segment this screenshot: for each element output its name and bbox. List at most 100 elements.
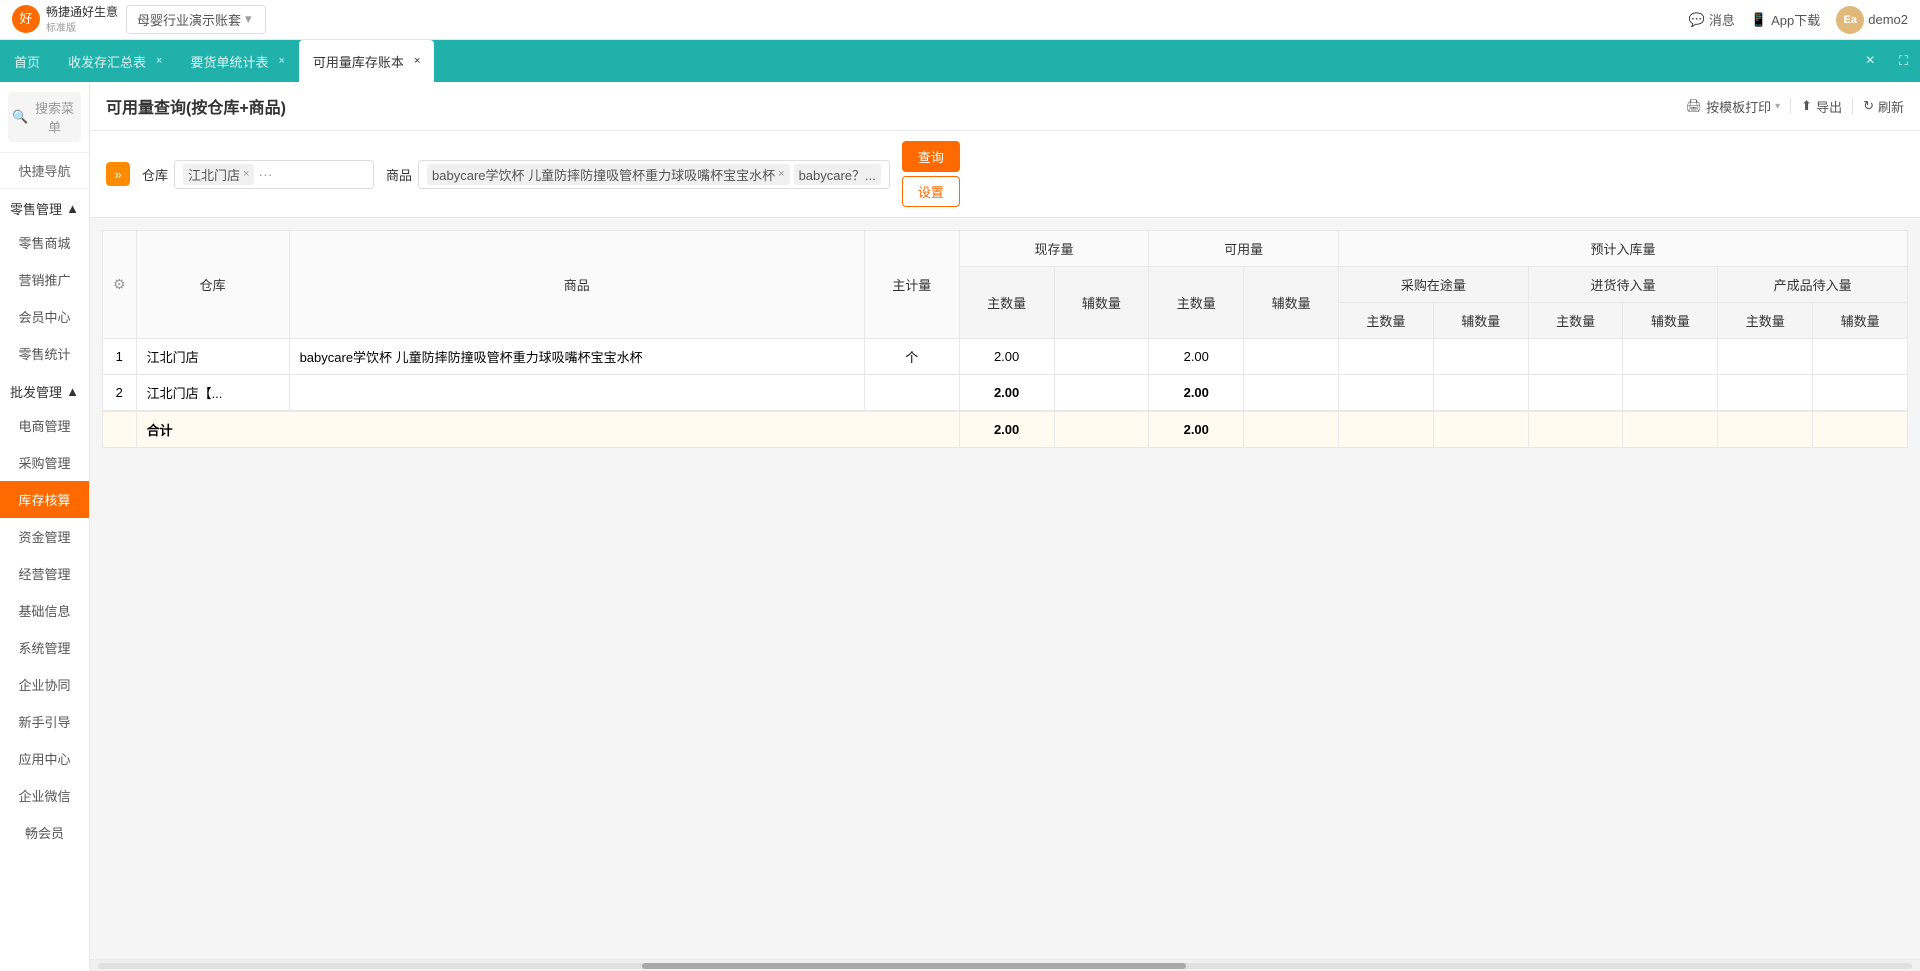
close-all-tabs-button[interactable]: ×: [1854, 52, 1887, 70]
th-production-aux: 辅数量: [1813, 303, 1908, 339]
tab-order-summary-close-icon[interactable]: ×: [278, 55, 284, 67]
user-area[interactable]: Ea demo2: [1836, 6, 1908, 34]
sidebar-group-wholesale: 批发管理 ▲ 电商管理 采购管理: [0, 372, 89, 481]
svg-text:好: 好: [19, 11, 32, 26]
sidebar-item-inventory[interactable]: 库存核算: [0, 481, 89, 518]
wechat-label: 企业微信: [18, 789, 70, 804]
scroll-thumb[interactable]: [642, 963, 1186, 969]
operations-label: 经营管理: [18, 567, 70, 582]
sidebar-item-ecommerce[interactable]: 电商管理: [0, 407, 89, 444]
row1-arrival-aux: [1623, 339, 1718, 375]
tab-receipts-close-icon[interactable]: ×: [156, 55, 162, 67]
app-download-label: App下载: [1771, 10, 1820, 29]
app-download-button[interactable]: 📱 App下载: [1751, 10, 1820, 29]
page-header: 可用量查询(按仓库+商品) 🖨 按模板打印 ▾ ⬆ 导出 ↻ 刷新: [90, 82, 1920, 131]
tab-available-stock-close-icon[interactable]: ×: [414, 55, 420, 67]
column-settings-icon[interactable]: ⚙: [113, 276, 126, 292]
message-button[interactable]: 💬 消息: [1689, 10, 1735, 29]
sidebar-item-app-center[interactable]: 应用中心: [0, 740, 89, 777]
quick-nav-label: 快捷导航: [18, 164, 70, 179]
warehouse-tag-value: 江北门店: [188, 165, 240, 184]
settings-button[interactable]: 设置: [902, 176, 960, 207]
system-label: 系统管理: [18, 641, 70, 656]
th-arrival-pending: 进货待入量: [1528, 267, 1718, 303]
row1-current-aux: [1054, 339, 1149, 375]
product-input[interactable]: babycare学饮杯 儿童防摔防撞吸管杯重力球吸嘴杯宝宝水杯 × babyca…: [418, 160, 890, 189]
warehouse-tag-remove[interactable]: ×: [243, 168, 249, 180]
filter-expand-button[interactable]: »: [106, 162, 130, 186]
chevron-down-icon: ▾: [245, 11, 252, 27]
print-button[interactable]: 🖨 按模板打印 ▾: [1686, 97, 1781, 116]
purchase-label: 采购管理: [18, 456, 70, 471]
logo-title: 畅捷通好生意: [46, 5, 118, 19]
sidebar-group-retail-header[interactable]: 零售管理 ▲: [0, 189, 89, 224]
footer-empty1: [103, 411, 137, 448]
th-purchase-main: 主数量: [1339, 303, 1434, 339]
tab-receipts[interactable]: 收发存汇总表 ×: [54, 40, 176, 82]
fullscreen-button[interactable]: ⛶: [1887, 53, 1920, 69]
tab-order-summary[interactable]: 要货单统计表 ×: [176, 40, 298, 82]
tab-available-stock[interactable]: 可用量库存账本 ×: [299, 40, 434, 82]
product-tag-1-value: babycare学饮杯 儿童防摔防撞吸管杯重力球吸嘴杯宝宝水杯: [432, 165, 775, 184]
row1-arrival-main: [1528, 339, 1623, 375]
basic-label: 基础信息: [18, 604, 70, 619]
product-tag-2: babycare？...: [794, 164, 881, 185]
sidebar-item-basic[interactable]: 基础信息: [0, 592, 89, 629]
query-button[interactable]: 查询: [902, 141, 960, 172]
th-available-aux: 辅数量: [1244, 267, 1339, 339]
row2-production-aux: [1813, 375, 1908, 412]
refresh-button[interactable]: ↻ 刷新: [1863, 97, 1904, 116]
row1-product: babycare学饮杯 儿童防摔防撞吸管杯重力球吸嘴杯宝宝水杯: [289, 339, 864, 375]
refresh-icon: ↻: [1863, 98, 1874, 114]
sidebar: 🔍 搜索菜单 快捷导航 零售管理 ▲ 零售商城 营销推广 会员中心 零售统计: [0, 82, 90, 971]
main-layout: 🔍 搜索菜单 快捷导航 零售管理 ▲ 零售商城 营销推广 会员中心 零售统计: [0, 82, 1920, 971]
warehouse-input[interactable]: 江北门店 × ···: [174, 160, 374, 189]
row1-unit: 个: [864, 339, 959, 375]
sidebar-item-marketing[interactable]: 营销推广: [0, 261, 89, 298]
search-menu-button[interactable]: 🔍 搜索菜单: [8, 92, 81, 142]
sidebar-group-retail: 零售管理 ▲ 零售商城 营销推广 会员中心 零售统计: [0, 189, 89, 372]
sidebar-item-wechat[interactable]: 企业微信: [0, 777, 89, 814]
export-button[interactable]: ⬆ 导出: [1801, 97, 1842, 116]
row2-purchase-main: [1339, 375, 1434, 412]
sidebar-group-wholesale-header[interactable]: 批发管理 ▲: [0, 372, 89, 407]
sidebar-item-quick-nav[interactable]: 快捷导航: [0, 153, 89, 189]
tab-home-label: 首页: [14, 52, 40, 71]
row1-production-main: [1718, 339, 1813, 375]
username-label: demo2: [1868, 12, 1908, 27]
horizontal-scrollbar[interactable]: [90, 959, 1920, 971]
more-options-icon[interactable]: ···: [258, 166, 272, 182]
print-icon: 🖨: [1686, 98, 1703, 114]
sidebar-item-newbie[interactable]: 新手引导: [0, 703, 89, 740]
th-current-stock: 现存量: [959, 231, 1149, 267]
sidebar-item-retail-stats[interactable]: 零售统计: [0, 335, 89, 372]
sidebar-item-retail-mall[interactable]: 零售商城: [0, 224, 89, 261]
row2-purchase-aux: [1433, 375, 1528, 412]
sidebar-item-purchase[interactable]: 采购管理: [0, 444, 89, 481]
member-label: 会员中心: [18, 310, 70, 325]
th-production-pending: 产成品待入量: [1718, 267, 1908, 303]
sidebar-item-finance[interactable]: 资金管理: [0, 518, 89, 555]
product-tag-1-remove[interactable]: ×: [778, 168, 784, 180]
row1-purchase-main: [1339, 339, 1434, 375]
table-row: 1 江北门店 babycare学饮杯 儿童防摔防撞吸管杯重力球吸嘴杯宝宝水杯 个…: [103, 339, 1908, 375]
industry-selector[interactable]: 母婴行业演示账套 ▾: [126, 5, 266, 34]
scroll-track: [98, 963, 1912, 969]
ecommerce-label: 电商管理: [18, 419, 70, 434]
footer-purchase-aux: [1433, 411, 1528, 448]
footer-production-main: [1718, 411, 1813, 448]
divider2: [1852, 98, 1853, 114]
th-planned-in: 预计入库量: [1339, 231, 1908, 267]
table-area: ⚙ 仓库 商品 主计量 现存量 可用量 预计入库量 主数量 辅数量 主数量 辅数…: [90, 218, 1920, 959]
inventory-label: 库存核算: [18, 493, 70, 508]
sidebar-item-system[interactable]: 系统管理: [0, 629, 89, 666]
sidebar-item-member[interactable]: 会员中心: [0, 298, 89, 335]
sidebar-item-enterprise[interactable]: 企业协同: [0, 666, 89, 703]
sidebar-item-operations[interactable]: 经营管理: [0, 555, 89, 592]
tab-home[interactable]: 首页: [0, 40, 54, 82]
row2-current-main: 2.00: [959, 375, 1054, 412]
top-bar-right: 💬 消息 📱 App下载 Ea demo2: [1689, 6, 1908, 34]
row2-unit: [864, 375, 959, 412]
sidebar-item-vip[interactable]: 畅会员: [0, 814, 89, 851]
newbie-label: 新手引导: [18, 715, 70, 730]
